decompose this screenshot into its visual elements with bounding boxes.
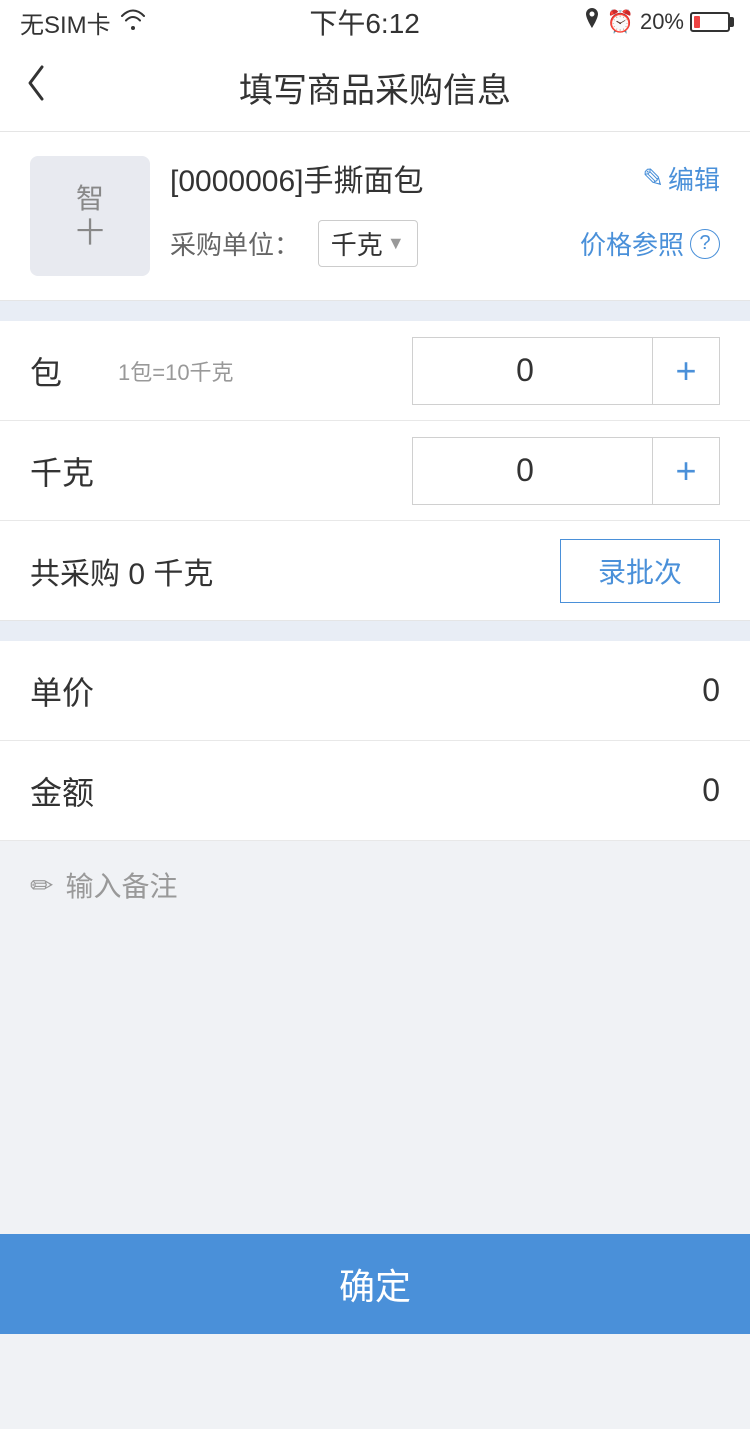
divider-2 bbox=[0, 621, 750, 641]
kg-row: 千克 + bbox=[0, 421, 750, 521]
bao-label: 包 bbox=[30, 348, 110, 394]
product-card: 智 十 [0000006]手撕面包 ✎ 编辑 采购单位： 千克 ▼ bbox=[0, 132, 750, 301]
price-ref-button[interactable]: 价格参照 ? bbox=[580, 225, 720, 262]
edit-label: 编辑 bbox=[668, 160, 720, 197]
remark-section[interactable]: ✏ 输入备注 bbox=[0, 841, 750, 929]
status-right: ⏰ 20% bbox=[583, 8, 730, 36]
product-unit-row: 采购单位： 千克 ▼ 价格参照 ? bbox=[170, 220, 720, 267]
edit-icon: ✎ bbox=[642, 163, 664, 194]
status-time: 下午6:12 bbox=[309, 2, 420, 42]
confirm-button[interactable]: 确定 bbox=[0, 1234, 750, 1334]
amount-value: 0 bbox=[702, 772, 720, 809]
unit-label: 采购单位： bbox=[170, 230, 300, 260]
product-name-row: [0000006]手撕面包 ✎ 编辑 bbox=[170, 156, 720, 200]
unit-price-label: 单价 bbox=[30, 668, 94, 714]
remark-input[interactable]: 输入备注 bbox=[65, 865, 177, 905]
product-info: [0000006]手撕面包 ✎ 编辑 采购单位： 千克 ▼ 价格参照 ? bbox=[170, 156, 720, 267]
record-batch-button[interactable]: 录批次 bbox=[560, 539, 720, 603]
bao-sub-label: 1包=10千克 bbox=[118, 355, 234, 387]
battery-percent: 20% bbox=[640, 9, 684, 35]
back-button[interactable] bbox=[24, 63, 48, 112]
confirm-label: 确定 bbox=[339, 1258, 411, 1310]
unit-price-row: 单价 0 bbox=[0, 641, 750, 741]
carrier-label: 无SIM卡 bbox=[20, 5, 111, 40]
nav-bar: 填写商品采购信息 bbox=[0, 44, 750, 132]
bao-row: 包 1包=10千克 + bbox=[0, 321, 750, 421]
bao-input[interactable] bbox=[412, 337, 652, 405]
unit-section: 采购单位： 千克 ▼ bbox=[170, 220, 418, 267]
battery-icon bbox=[690, 12, 730, 32]
bao-input-wrap: + bbox=[234, 337, 720, 405]
product-name: [0000006]手撕面包 bbox=[170, 156, 423, 200]
price-ref-help-icon: ? bbox=[690, 229, 720, 259]
unit-value: 千克 bbox=[331, 225, 383, 262]
total-label: 共采购 0 千克 bbox=[30, 549, 213, 593]
amount-label: 金额 bbox=[30, 768, 94, 814]
kg-input[interactable] bbox=[412, 437, 652, 505]
unit-select[interactable]: 千克 ▼ bbox=[318, 220, 418, 267]
price-section: 单价 0 金额 0 bbox=[0, 641, 750, 841]
product-logo: 智 十 bbox=[76, 182, 104, 249]
edit-button[interactable]: ✎ 编辑 bbox=[642, 160, 720, 197]
input-section: 包 1包=10千克 + 千克 + bbox=[0, 321, 750, 521]
total-section: 共采购 0 千克 录批次 bbox=[0, 521, 750, 621]
alarm-icon: ⏰ bbox=[607, 9, 634, 35]
bao-plus-button[interactable]: + bbox=[652, 337, 720, 405]
kg-input-wrap: + bbox=[110, 437, 720, 505]
unit-arrow-icon: ▼ bbox=[387, 233, 405, 254]
divider-1 bbox=[0, 301, 750, 321]
status-left: 无SIM卡 bbox=[20, 5, 147, 40]
unit-price-value: 0 bbox=[702, 672, 720, 709]
amount-row: 金额 0 bbox=[0, 741, 750, 841]
location-icon bbox=[583, 8, 601, 36]
kg-label: 千克 bbox=[30, 448, 110, 494]
page-title: 填写商品采购信息 bbox=[239, 63, 511, 112]
price-ref-label: 价格参照 bbox=[580, 225, 684, 262]
remark-icon: ✏ bbox=[30, 869, 53, 902]
product-thumbnail: 智 十 bbox=[30, 156, 150, 276]
wifi-icon bbox=[119, 8, 147, 37]
kg-plus-button[interactable]: + bbox=[652, 437, 720, 505]
status-bar: 无SIM卡 下午6:12 ⏰ 20% bbox=[0, 0, 750, 44]
